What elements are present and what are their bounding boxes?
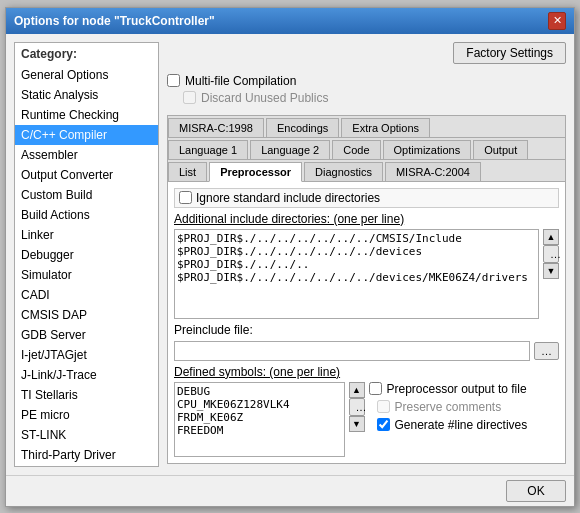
tab-language-2[interactable]: Language 2 [250, 140, 330, 159]
include-dirs-scroll-up[interactable]: ▲ [543, 229, 559, 245]
sidebar: Category: General OptionsStatic Analysis… [14, 42, 159, 467]
main-content: Factory Settings Multi-file Compilation … [167, 42, 566, 467]
sidebar-item[interactable]: Third-Party Driver [15, 445, 158, 465]
tab-optimizations[interactable]: Optimizations [383, 140, 472, 159]
sidebar-item[interactable]: TI Stellaris [15, 385, 158, 405]
top-checkboxes: Multi-file Compilation Discard Unused Pu… [167, 70, 566, 109]
preinclude-label: Preinclude file: [174, 323, 559, 337]
title-bar: Options for node "TruckController" ✕ [6, 8, 574, 34]
preprocessor-output-checkbox[interactable] [369, 382, 382, 395]
close-button[interactable]: ✕ [548, 12, 566, 30]
discard-unused-publics-checkbox[interactable] [183, 91, 196, 104]
sidebar-item[interactable]: Output Converter [15, 165, 158, 185]
tab-misra-c-1998[interactable]: MISRA-C:1998 [168, 118, 264, 137]
sidebar-item[interactable]: CMSIS DAP [15, 305, 158, 325]
tab-list[interactable]: List [168, 162, 207, 181]
tab-row-1: MISRA-C:1998EncodingsExtra Options [168, 116, 565, 138]
additional-include-label: Additional include directories: (one per… [174, 212, 559, 226]
tab-diagnostics[interactable]: Diagnostics [304, 162, 383, 181]
sidebar-item[interactable]: Debugger [15, 245, 158, 265]
tab-misra-c-2004[interactable]: MISRA-C:2004 [385, 162, 481, 181]
sidebar-item[interactable]: TI MSP-FET [15, 465, 158, 467]
include-dirs-scrollbtns: ▲ … ▼ [543, 229, 559, 279]
multi-file-compilation-label[interactable]: Multi-file Compilation [167, 74, 566, 88]
sidebar-item[interactable]: Linker [15, 225, 158, 245]
main-window: Options for node "TruckController" ✕ Cat… [5, 7, 575, 507]
ok-button[interactable]: OK [506, 480, 566, 502]
factory-settings-button[interactable]: Factory Settings [453, 42, 566, 64]
preinclude-section: Preinclude file: … [174, 323, 559, 361]
sidebar-item[interactable]: C/C++ Compiler [15, 125, 158, 145]
sidebar-item[interactable]: I-jet/JTAGjet [15, 345, 158, 365]
window-body: Category: General OptionsStatic Analysis… [6, 34, 574, 475]
factory-settings-row: Factory Settings [167, 42, 566, 64]
sidebar-item[interactable]: Simulator [15, 265, 158, 285]
defined-symbols-area: ▲ … ▼ Preprocessor output to file [174, 382, 559, 457]
ignore-std-row: Ignore standard include directories [174, 188, 559, 208]
tab-preprocessor[interactable]: Preprocessor [209, 162, 302, 182]
tab-code[interactable]: Code [332, 140, 380, 159]
sidebar-items-container: General OptionsStatic AnalysisRuntime Ch… [15, 65, 158, 467]
include-dirs-textarea[interactable] [174, 229, 539, 319]
ignore-std-label: Ignore standard include directories [196, 191, 380, 205]
sidebar-item[interactable]: GDB Server [15, 325, 158, 345]
sidebar-item[interactable]: General Options [15, 65, 158, 85]
bottom-bar: OK [6, 475, 574, 506]
discard-unused-publics-label[interactable]: Discard Unused Publics [183, 91, 566, 105]
sidebar-item[interactable]: Assembler [15, 145, 158, 165]
ignore-std-checkbox[interactable] [179, 191, 192, 204]
sidebar-item[interactable]: Static Analysis [15, 85, 158, 105]
preprocessor-output-label[interactable]: Preprocessor output to file [369, 382, 560, 396]
tab-encodings[interactable]: Encodings [266, 118, 339, 137]
symbols-browse[interactable]: … [349, 398, 365, 416]
sidebar-item[interactable]: CADI [15, 285, 158, 305]
tabs-container: MISRA-C:1998EncodingsExtra Options Langu… [167, 115, 566, 464]
category-label: Category: [15, 43, 158, 65]
sidebar-item[interactable]: ST-LINK [15, 425, 158, 445]
include-dirs-row: ▲ … ▼ [174, 229, 559, 319]
sidebar-item[interactable]: PE micro [15, 405, 158, 425]
defined-symbols-textarea[interactable] [174, 382, 345, 457]
multi-file-compilation-checkbox[interactable] [167, 74, 180, 87]
symbols-scrollbtns: ▲ … ▼ [349, 382, 365, 432]
sidebar-item[interactable]: Custom Build [15, 185, 158, 205]
defined-symbols-section: Defined symbols: (one per line) ▲ … ▼ [174, 365, 559, 457]
preserve-comments-label[interactable]: Preserve comments [377, 400, 560, 414]
tab-row-3: ListPreprocessorDiagnosticsMISRA-C:2004 [168, 160, 565, 182]
sidebar-item[interactable]: Runtime Checking [15, 105, 158, 125]
tab-language-1[interactable]: Language 1 [168, 140, 248, 159]
additional-include-section: Additional include directories: (one per… [174, 212, 559, 319]
include-dirs-browse[interactable]: … [543, 245, 559, 263]
preinclude-row: … [174, 341, 559, 361]
generate-line-directives-checkbox[interactable] [377, 418, 390, 431]
preprocessor-tab-content: Ignore standard include directories Addi… [168, 182, 565, 463]
preprocessor-output-section: Preprocessor output to file Preserve com… [369, 382, 560, 457]
symbols-textarea-row: ▲ … ▼ [174, 382, 365, 457]
symbols-scroll-up[interactable]: ▲ [349, 382, 365, 398]
tab-row-2: Language 1Language 2CodeOptimizationsOut… [168, 138, 565, 160]
generate-line-directives-label[interactable]: Generate #line directives [377, 418, 560, 432]
sidebar-item[interactable]: Build Actions [15, 205, 158, 225]
defined-symbols-label: Defined symbols: (one per line) [174, 365, 559, 379]
tab-extra-options[interactable]: Extra Options [341, 118, 430, 137]
window-title: Options for node "TruckController" [14, 14, 215, 28]
tab-output[interactable]: Output [473, 140, 528, 159]
preinclude-browse[interactable]: … [534, 342, 559, 360]
symbols-scroll-down[interactable]: ▼ [349, 416, 365, 432]
include-dirs-scroll-down[interactable]: ▼ [543, 263, 559, 279]
preinclude-input[interactable] [174, 341, 530, 361]
sidebar-item[interactable]: J-Link/J-Trace [15, 365, 158, 385]
preserve-comments-checkbox[interactable] [377, 400, 390, 413]
